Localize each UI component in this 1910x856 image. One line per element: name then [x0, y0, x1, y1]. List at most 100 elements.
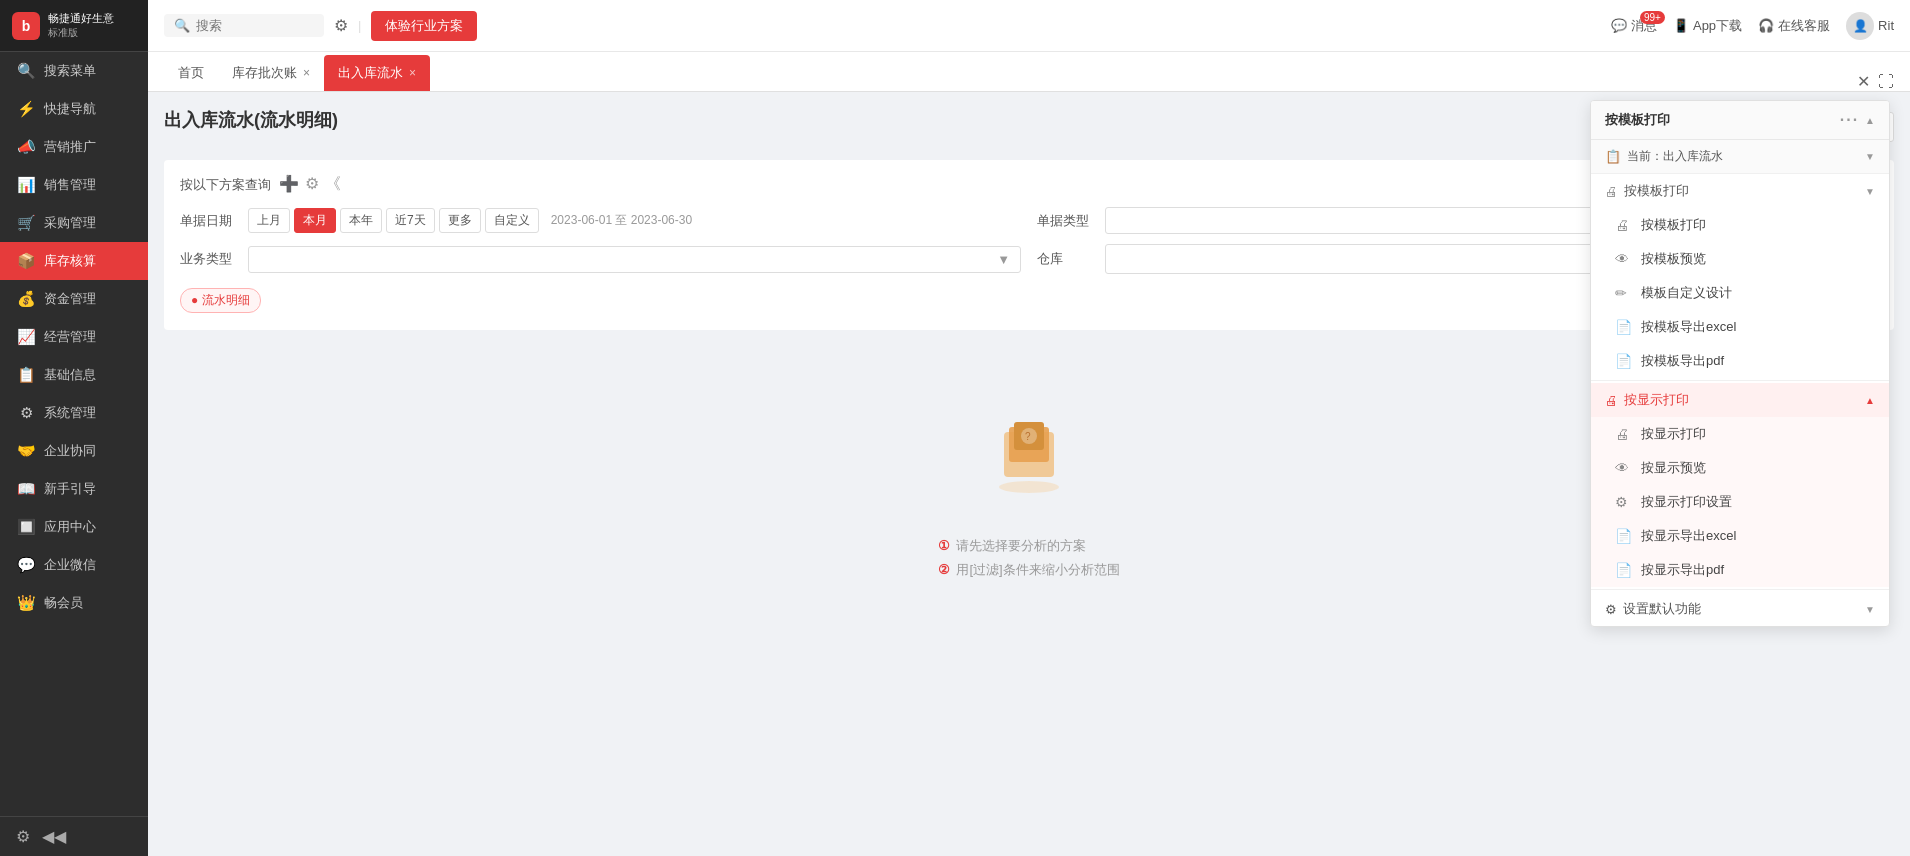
tab-batch[interactable]: 库存批次账 × — [218, 55, 324, 91]
svg-point-0 — [999, 481, 1059, 493]
sidebar-item-operation[interactable]: 📈 经营管理 — [0, 318, 148, 356]
sidebar-item-marketing[interactable]: 📣 营销推广 — [0, 128, 148, 166]
sidebar-item-system[interactable]: ⚙ 系统管理 — [0, 394, 148, 432]
voucher-type-label: 单据类型 — [1037, 212, 1097, 230]
set-default-label: ⚙ 设置默认功能 — [1605, 600, 1701, 618]
sidebar-item-quicknav[interactable]: ⚡ 快捷导航 — [0, 90, 148, 128]
template-customize-item[interactable]: ✏ 模板自定义设计 — [1591, 276, 1889, 310]
svg-text:?: ? — [1025, 431, 1031, 442]
topbar-divider: | — [358, 18, 361, 33]
sidebar-item-label: 应用中心 — [44, 518, 96, 536]
display-printer-icon: 🖨 — [1605, 393, 1618, 408]
search-input[interactable] — [196, 18, 296, 33]
tab-batch-label: 库存批次账 — [232, 64, 297, 82]
current-template-row: 📋 当前：出入库流水 ▼ — [1591, 140, 1889, 174]
date-btn-last-month[interactable]: 上月 — [248, 208, 290, 233]
online-service-btn[interactable]: 🎧 在线客服 — [1758, 17, 1830, 35]
chevron-down-icon2: ▼ — [997, 252, 1010, 267]
gear-icon[interactable]: ⚙ — [334, 16, 348, 35]
warehouse-label: 仓库 — [1037, 250, 1097, 268]
more-options-icon[interactable]: ··· — [1840, 111, 1859, 129]
topbar: 🔍 ⚙ | 体验行业方案 💬 消息 99+ 📱 App下载 🎧 在线客服 👤 R… — [148, 0, 1910, 52]
business-type-label: 业务类型 — [180, 250, 240, 268]
app-download-btn[interactable]: 📱 App下载 — [1673, 17, 1742, 35]
add-filter-icon[interactable]: ➕ — [279, 174, 299, 195]
sidebar-item-search[interactable]: 🔍 搜索菜单 — [0, 52, 148, 90]
chevron-up-dropdown-icon[interactable]: ▲ — [1865, 115, 1875, 126]
sidebar-item-label: 系统管理 — [44, 404, 96, 422]
chevron-down-default-icon: ▼ — [1865, 604, 1875, 615]
set-default-row[interactable]: ⚙ 设置默认功能 ▼ — [1591, 592, 1889, 626]
sidebar-item-label: 新手引导 — [44, 480, 96, 498]
sidebar-item-label: 畅会员 — [44, 594, 83, 612]
sidebar-item-appcenter[interactable]: 🔲 应用中心 — [0, 508, 148, 546]
search-box[interactable]: 🔍 — [164, 14, 324, 37]
chevron-up-section-icon: ▲ — [1865, 395, 1875, 406]
wechat-icon: 💬 — [16, 556, 36, 574]
sales-icon: 📊 — [16, 176, 36, 194]
collapse-sidebar-icon[interactable]: ◀◀ — [42, 827, 66, 846]
template-print-header[interactable]: 🖨 按模板打印 ▼ — [1591, 174, 1889, 208]
sidebar-item-guide[interactable]: 📖 新手引导 — [0, 470, 148, 508]
template-export-excel-item[interactable]: 📄 按模板导出excel — [1591, 310, 1889, 344]
display-print-action-item[interactable]: 🖨 按显示打印 — [1591, 417, 1889, 451]
display-print-header[interactable]: 🖨 按显示打印 ▲ — [1591, 383, 1889, 417]
template-preview-item[interactable]: 👁 按模板预览 — [1591, 242, 1889, 276]
filter-tag-label: 流水明细 — [202, 292, 250, 309]
tab-home[interactable]: 首页 — [164, 55, 218, 91]
date-btn-custom[interactable]: 自定义 — [485, 208, 539, 233]
display-print-section-label: 🖨 按显示打印 — [1605, 391, 1689, 409]
excel-icon: 📄 — [1615, 319, 1633, 335]
page-title: 出入库流水(流水明细) — [164, 108, 338, 132]
inventory-icon: 📦 — [16, 252, 36, 270]
finance-icon: 💰 — [16, 290, 36, 308]
display-preview-icon: 👁 — [1615, 460, 1633, 476]
topbar-right: 💬 消息 99+ 📱 App下载 🎧 在线客服 👤 Rit — [1611, 12, 1894, 40]
sidebar-item-wechat[interactable]: 💬 企业微信 — [0, 546, 148, 584]
sidebar-item-collab[interactable]: 🤝 企业协同 — [0, 432, 148, 470]
tab-flow-close[interactable]: × — [409, 66, 416, 80]
business-type-select[interactable]: ▼ — [248, 246, 1021, 273]
display-preview-item[interactable]: 👁 按显示预览 — [1591, 451, 1889, 485]
user-profile-btn[interactable]: 👤 Rit — [1846, 12, 1894, 40]
maximize-icon[interactable]: ⛶ — [1878, 73, 1894, 91]
empty-tip-2: 用[过滤]条件来缩小分析范围 — [938, 561, 1119, 579]
sidebar-item-basic[interactable]: 📋 基础信息 — [0, 356, 148, 394]
tabbar-right: ✕ ⛶ — [1857, 72, 1894, 91]
template-export-pdf-item[interactable]: 📄 按模板导出pdf — [1591, 344, 1889, 378]
template-icon: 📋 — [1605, 149, 1621, 164]
date-label: 单据日期 — [180, 212, 240, 230]
filter-tag-icon: ● — [191, 293, 198, 307]
display-print-settings-item[interactable]: ⚙ 按显示打印设置 — [1591, 485, 1889, 519]
sidebar-menu: 🔍 搜索菜单 ⚡ 快捷导航 📣 营销推广 📊 销售管理 🛒 采购管理 📦 库存核… — [0, 52, 148, 816]
sidebar-item-inventory[interactable]: 📦 库存核算 — [0, 242, 148, 280]
template-print-action-item[interactable]: 🖨 按模板打印 — [1591, 208, 1889, 242]
active-filter-tag[interactable]: ● 流水明细 — [180, 288, 261, 313]
sidebar-item-label: 营销推广 — [44, 138, 96, 156]
date-btn-more[interactable]: 更多 — [439, 208, 481, 233]
display-export-pdf-item[interactable]: 📄 按显示导出pdf — [1591, 553, 1889, 587]
sidebar-item-label: 基础信息 — [44, 366, 96, 384]
close-tab-icon[interactable]: ✕ — [1857, 72, 1870, 91]
tab-batch-close[interactable]: × — [303, 66, 310, 80]
settings-filter-icon[interactable]: ⚙ — [305, 174, 319, 195]
date-btn-7days[interactable]: 近7天 — [386, 208, 435, 233]
message-btn[interactable]: 💬 消息 99+ — [1611, 17, 1657, 35]
chevron-down-section-icon: ▼ — [1865, 186, 1875, 197]
tab-flow[interactable]: 出入库流水 × — [324, 55, 430, 91]
date-btn-this-year[interactable]: 本年 — [340, 208, 382, 233]
collapse-filter-icon[interactable]: 《 — [325, 174, 341, 195]
chevron-down-current-icon[interactable]: ▼ — [1865, 151, 1875, 162]
display-export-excel-item[interactable]: 📄 按显示导出excel — [1591, 519, 1889, 553]
industry-btn[interactable]: 体验行业方案 — [371, 11, 477, 41]
empty-tips: 请先选择要分析的方案 用[过滤]条件来缩小分析范围 — [938, 537, 1119, 585]
sidebar-item-member[interactable]: 👑 畅会员 — [0, 584, 148, 622]
sidebar-item-sales[interactable]: 📊 销售管理 — [0, 166, 148, 204]
quicknav-icon: ⚡ — [16, 100, 36, 118]
settings-bottom-icon[interactable]: ⚙ — [16, 827, 30, 846]
app-version: 标准版 — [48, 26, 114, 40]
sidebar-item-finance[interactable]: 💰 资金管理 — [0, 280, 148, 318]
date-btn-this-month[interactable]: 本月 — [294, 208, 336, 233]
sidebar-item-purchase[interactable]: 🛒 采购管理 — [0, 204, 148, 242]
display-excel-icon: 📄 — [1615, 528, 1633, 544]
